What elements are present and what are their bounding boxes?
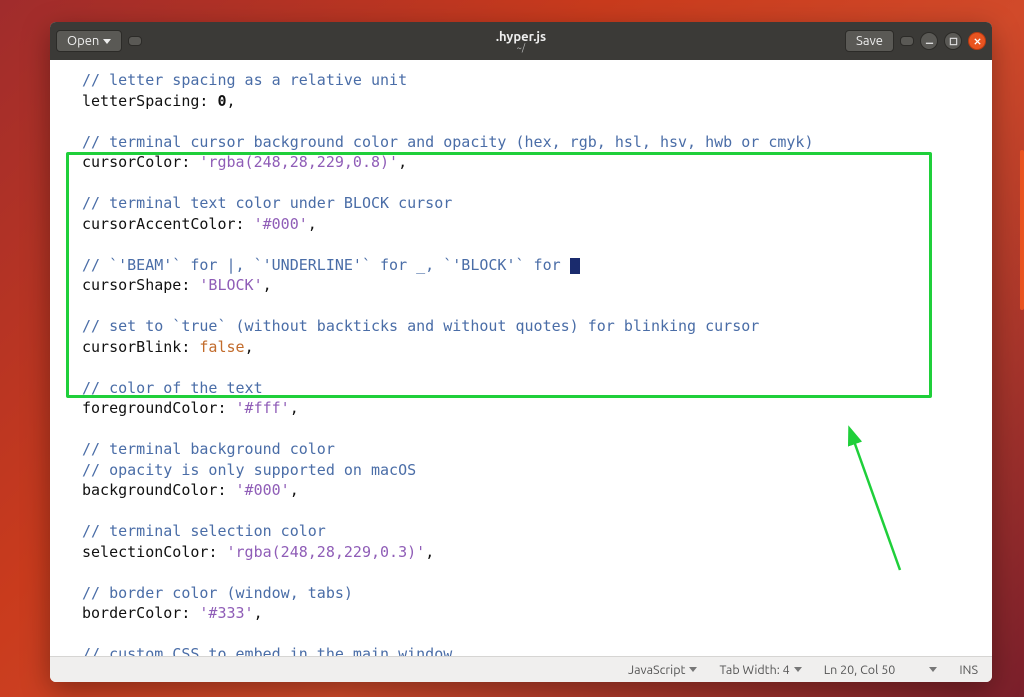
prop: letterSpacing: [82, 92, 199, 110]
hamburger-menu-button[interactable]: [900, 36, 914, 46]
minimize-icon: [925, 37, 934, 46]
statusbar-insert-mode-label: INS: [959, 663, 978, 677]
editor-area[interactable]: // letter spacing as a relative unit let…: [50, 60, 992, 656]
comment: // border color (window, tabs): [82, 584, 353, 602]
comment: // opacity is only supported on macOS: [82, 461, 416, 479]
open-button-label: Open: [67, 34, 99, 48]
prop: cursorShape: [82, 276, 181, 294]
comment: // set to `true` (without backticks and …: [82, 317, 759, 335]
statusbar-language-label: JavaScript: [628, 663, 685, 677]
save-button-label: Save: [856, 34, 883, 48]
chevron-down-icon: [103, 39, 111, 44]
comment: // letter spacing as a relative unit: [82, 71, 407, 89]
open-button[interactable]: Open: [56, 30, 122, 52]
value: '#000': [236, 481, 290, 499]
statusbar: JavaScript Tab Width: 4 Ln 20, Col 50 IN…: [50, 656, 992, 682]
value: '#000': [254, 215, 308, 233]
value: 'rgba(248,28,229,0.8)': [199, 153, 398, 171]
value: 'BLOCK': [199, 276, 262, 294]
comment: // terminal cursor background color and …: [82, 133, 814, 151]
comment: // terminal text color under BLOCK curso…: [82, 194, 452, 212]
statusbar-cursor-position[interactable]: Ln 20, Col 50: [824, 663, 938, 677]
statusbar-tab-width[interactable]: Tab Width: 4: [719, 663, 801, 677]
chevron-down-icon: [929, 667, 937, 672]
value: '#333': [199, 604, 253, 622]
value: 'rgba(248,28,229,0.3)': [227, 543, 426, 561]
statusbar-insert-mode[interactable]: INS: [959, 663, 978, 677]
gedit-window: Open .hyper.js ~/ Save: [50, 22, 992, 682]
statusbar-language[interactable]: JavaScript: [628, 663, 697, 677]
comment: // terminal selection color: [82, 522, 326, 540]
maximize-icon: [949, 37, 958, 46]
prop: cursorAccentColor: [82, 215, 236, 233]
value: '#fff': [236, 399, 290, 417]
maximize-button[interactable]: [944, 32, 962, 50]
code-content[interactable]: // letter spacing as a relative unit let…: [50, 60, 992, 656]
comment: // custom CSS to embed in the main windo…: [82, 645, 452, 656]
statusbar-tab-width-label: Tab Width: 4: [719, 663, 789, 677]
value: 0: [217, 92, 226, 110]
chevron-down-icon: [689, 667, 697, 672]
prop: foregroundColor: [82, 399, 217, 417]
block-cursor-glyph: [570, 258, 580, 274]
comment: // `'BEAM'` for |, `'UNDERLINE'` for _, …: [82, 256, 570, 274]
statusbar-cursor-position-label: Ln 20, Col 50: [824, 663, 896, 677]
close-icon: [973, 37, 982, 46]
desktop-scroll-indicator: [1020, 150, 1024, 310]
comment: // terminal background color: [82, 440, 335, 458]
chevron-down-icon: [794, 667, 802, 672]
prop: cursorBlink: [82, 338, 181, 356]
new-tab-button[interactable]: [128, 36, 142, 46]
comment: // color of the text: [82, 379, 263, 397]
prop: selectionColor: [82, 543, 208, 561]
prop: borderColor: [82, 604, 181, 622]
titlebar: Open .hyper.js ~/ Save: [50, 22, 992, 60]
prop: backgroundColor: [82, 481, 217, 499]
minimize-button[interactable]: [920, 32, 938, 50]
close-button[interactable]: [968, 32, 986, 50]
save-button[interactable]: Save: [845, 30, 894, 52]
value: false: [199, 338, 244, 356]
prop: cursorColor: [82, 153, 181, 171]
